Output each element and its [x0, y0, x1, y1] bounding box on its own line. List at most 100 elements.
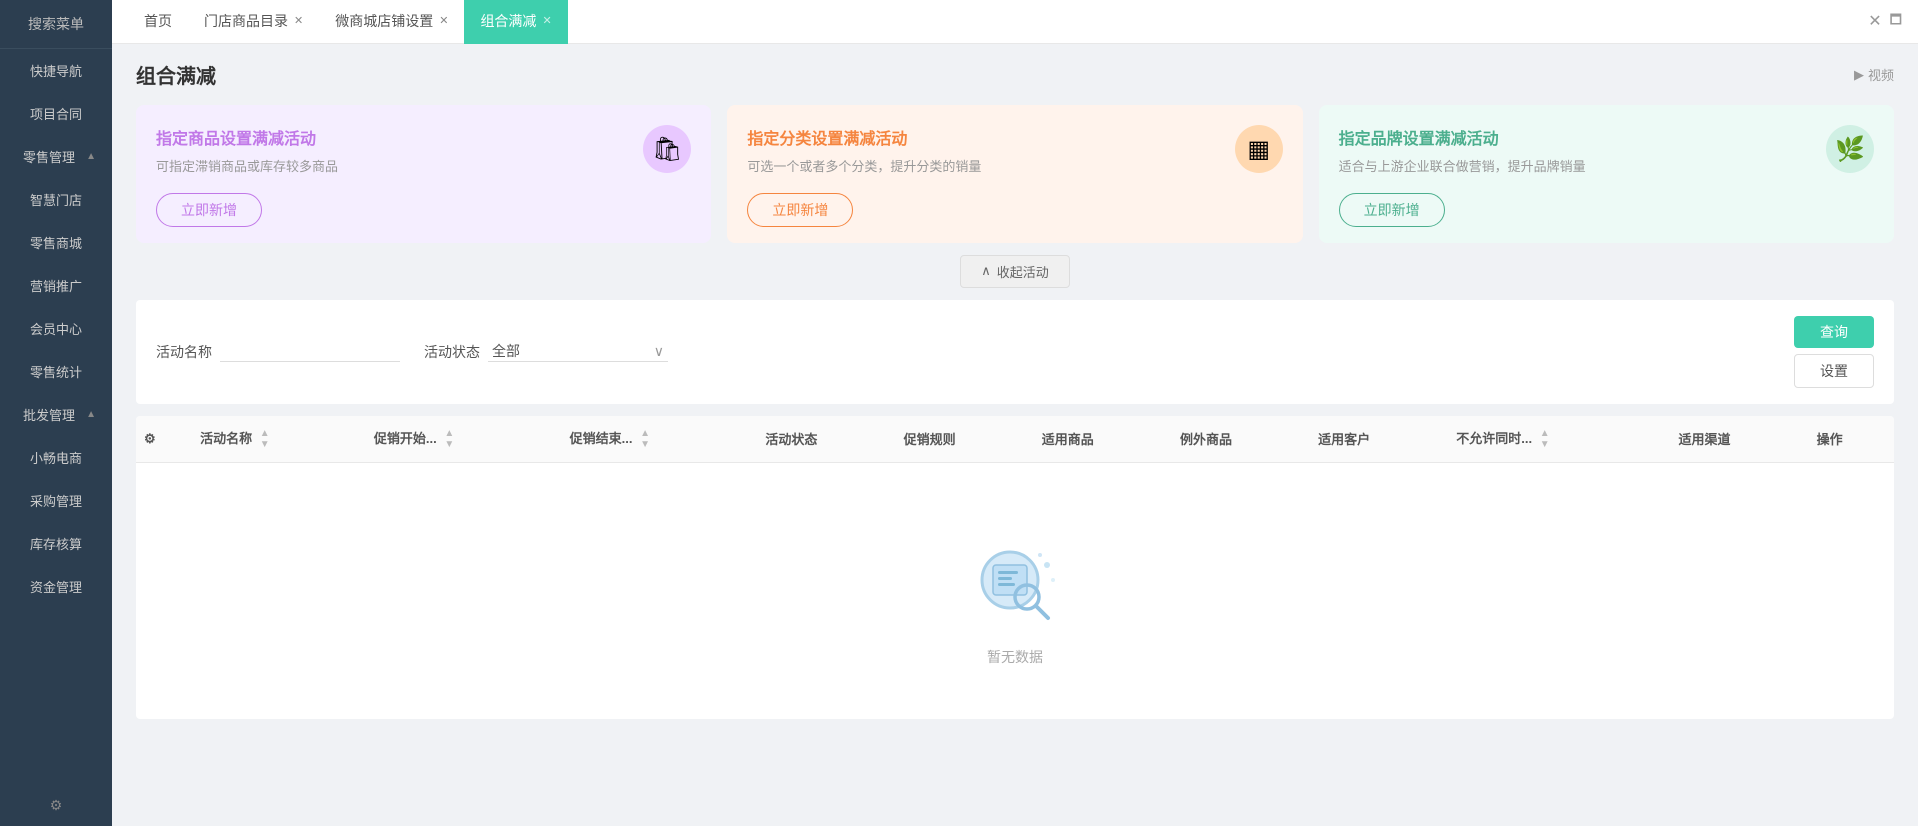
collapse-bar: ∧ 收起活动 — [136, 255, 1894, 288]
sidebar-item-label: 零售统计 — [30, 362, 82, 381]
th-applicable-channel: 适用渠道 — [1670, 416, 1808, 463]
play-icon: ▶ — [1854, 67, 1864, 83]
filter-name-input[interactable] — [220, 341, 400, 362]
sidebar-item-smart-store[interactable]: 智慧门店 — [0, 178, 112, 221]
card-product-card: 指定商品设置满减活动 🛍 可指定滞销商品或库存较多商品 立即新增 — [136, 105, 711, 243]
sidebar-item-purchase-mgmt[interactable]: 采购管理 — [0, 479, 112, 522]
filter-status: 活动状态 全部进行中未开始已结束 ∨ — [424, 341, 668, 362]
video-label: 视频 — [1868, 65, 1894, 84]
expand-arrow-icon: ▲ — [86, 151, 96, 162]
tab-store-catalog[interactable]: 门店商品目录 ✕ — [188, 0, 319, 44]
settings-button[interactable]: 设置 — [1794, 354, 1874, 388]
sidebar-item-label: 营销推广 — [30, 276, 82, 295]
filter-status-wrap: 全部进行中未开始已结束 ∨ — [488, 341, 668, 362]
sidebar-item-label: 会员中心 — [30, 319, 82, 338]
sort-icon: ▲▼ — [260, 428, 270, 450]
page-content: 组合满减 ▶ 视频 指定商品设置满减活动 🛍 可指定滞销商品或库存较多商品 立即… — [112, 44, 1918, 826]
sidebar-item-retail-stats[interactable]: 零售统计 — [0, 350, 112, 393]
sidebar-item-capital-mgmt[interactable]: 资金管理 — [0, 565, 112, 608]
collapse-button[interactable]: ∧ 收起活动 — [960, 255, 1070, 288]
table-settings-icon[interactable]: ⚙ — [144, 431, 156, 446]
tab-wechat-store-settings[interactable]: 微商城店铺设置 ✕ — [319, 0, 464, 44]
sidebar-item-label: 零售商城 — [30, 233, 82, 252]
collapse-label: 收起活动 — [997, 262, 1049, 281]
card-add-button[interactable]: 立即新增 — [1339, 193, 1445, 227]
card-title: 指定品牌设置满减活动 — [1339, 125, 1874, 149]
tab-home[interactable]: 首页 — [128, 0, 188, 44]
filter-actions: 查询 设置 — [1794, 316, 1874, 388]
sidebar-item-inventory[interactable]: 库存核算 — [0, 522, 112, 565]
tab-close-icon[interactable]: ✕ — [294, 14, 303, 27]
sidebar-search[interactable]: 搜索菜单 — [0, 0, 112, 49]
filter-status-select[interactable]: 全部进行中未开始已结束 — [488, 341, 668, 362]
th-activity-status: 活动状态 — [757, 416, 895, 463]
sort-icon: ▲▼ — [640, 428, 650, 450]
tabbar: 首页门店商品目录✕微商城店铺设置✕组合满减✕ ✕ 🗖 — [112, 0, 1918, 44]
th-actions: 操作 — [1809, 416, 1894, 463]
tab-label: 首页 — [144, 11, 172, 31]
table-head: ⚙ 活动名称 ▲▼促销开始... ▲▼促销结束... ▲▼活动状态促销规则适用商品… — [136, 416, 1894, 463]
sidebar-item-quick-nav[interactable]: 快捷导航 — [0, 49, 112, 92]
card-title: 指定分类设置满减活动 — [747, 125, 1282, 149]
tab-close-icon[interactable]: ✕ — [439, 14, 448, 27]
tab-label: 微商城店铺设置 — [335, 11, 433, 31]
video-link[interactable]: ▶ 视频 — [1854, 65, 1894, 84]
card-add-button[interactable]: 立即新增 — [156, 193, 262, 227]
window-controls: ✕ 🗖 — [1868, 11, 1902, 33]
card-add-button[interactable]: 立即新增 — [747, 193, 853, 227]
sidebar: 搜索菜单 快捷导航项目合同零售管理 ▲ 智慧门店零售商城营销推广会员中心零售统计批发… — [0, 0, 112, 826]
sidebar-item-label: 零售管理 — [16, 147, 82, 166]
table-container: ⚙ 活动名称 ▲▼促销开始... ▲▼促销结束... ▲▼活动状态促销规则适用商品… — [136, 416, 1894, 720]
sidebar-item-label: 资金管理 — [30, 577, 82, 596]
table-row-empty: 暂无数据 — [136, 463, 1894, 720]
th-no-concurrent[interactable]: 不允许同时... ▲▼ — [1448, 416, 1670, 463]
sidebar-item-wholesale-mgmt[interactable]: 批发管理▲ — [0, 393, 112, 436]
th-settings: ⚙ — [136, 416, 192, 463]
window-minimize-icon[interactable]: 🗖 — [1890, 11, 1902, 33]
sidebar-item-label: 库存核算 — [30, 534, 82, 553]
chevron-up-icon: ∧ — [981, 263, 991, 279]
th-applicable-goods: 适用商品 — [1034, 416, 1172, 463]
window-close-icon[interactable]: ✕ — [1868, 11, 1881, 33]
settings-icon[interactable]: ⚙ — [0, 785, 112, 826]
sidebar-item-label: 项目合同 — [30, 104, 82, 123]
filter-name: 活动名称 — [156, 341, 400, 362]
card-desc: 可指定滞销商品或库存较多商品 — [156, 157, 691, 177]
sort-icon: ▲▼ — [1540, 428, 1550, 450]
card-icon: ▦ — [1235, 125, 1283, 173]
card-desc: 可选一个或者多个分类，提升分类的销量 — [747, 157, 1282, 177]
query-button[interactable]: 查询 — [1794, 316, 1874, 348]
empty-text: 暂无数据 — [987, 647, 1043, 667]
expand-arrow-icon: ▲ — [86, 409, 96, 420]
tab-label: 门店商品目录 — [204, 11, 288, 31]
sidebar-item-member-center[interactable]: 会员中心 — [0, 307, 112, 350]
cards-section: 指定商品设置满减活动 🛍 可指定滞销商品或库存较多商品 立即新增 指定分类设置满… — [136, 105, 1894, 243]
th-applicable-customers: 适用客户 — [1310, 416, 1448, 463]
card-category-card: 指定分类设置满减活动 ▦ 可选一个或者多个分类，提升分类的销量 立即新增 — [727, 105, 1302, 243]
sidebar-item-label: 智慧门店 — [30, 190, 82, 209]
th-promo-start[interactable]: 促销开始... ▲▼ — [366, 416, 562, 463]
empty-state: 暂无数据 — [144, 475, 1886, 707]
sidebar-item-marketing[interactable]: 营销推广 — [0, 264, 112, 307]
filter-name-label: 活动名称 — [156, 342, 212, 362]
card-brand-card: 指定品牌设置满减活动 🌿 适合与上游企业联合做营销，提升品牌销量 立即新增 — [1319, 105, 1894, 243]
card-title: 指定商品设置满减活动 — [156, 125, 691, 149]
tab-combo-discount[interactable]: 组合满减✕ — [464, 0, 567, 44]
sidebar-item-retail-mgmt[interactable]: 零售管理 ▲ — [0, 135, 112, 178]
main-content: 首页门店商品目录✕微商城店铺设置✕组合满减✕ ✕ 🗖 组合满减 ▶ 视频 指定商… — [112, 0, 1918, 826]
filter-bar: 活动名称 活动状态 全部进行中未开始已结束 ∨ 查询 设置 — [136, 300, 1894, 404]
th-activity-name[interactable]: 活动名称 ▲▼ — [192, 416, 366, 463]
filter-status-label: 活动状态 — [424, 342, 480, 362]
sidebar-item-project-contract[interactable]: 项目合同 — [0, 92, 112, 135]
card-icon: 🛍 — [643, 125, 691, 173]
th-promo-end[interactable]: 促销结束... ▲▼ — [562, 416, 758, 463]
tab-close-icon[interactable]: ✕ — [542, 14, 551, 27]
page-header: 组合满减 ▶ 视频 — [136, 60, 1894, 89]
sidebar-item-retail-mall[interactable]: 零售商城 — [0, 221, 112, 264]
th-excluded-goods: 例外商品 — [1172, 416, 1310, 463]
sort-icon: ▲▼ — [444, 428, 454, 450]
sidebar-item-xiaochangec[interactable]: 小畅电商 — [0, 436, 112, 479]
th-promo-rules: 促销规则 — [896, 416, 1034, 463]
data-table: ⚙ 活动名称 ▲▼促销开始... ▲▼促销结束... ▲▼活动状态促销规则适用商品… — [136, 416, 1894, 720]
empty-icon — [965, 535, 1065, 635]
